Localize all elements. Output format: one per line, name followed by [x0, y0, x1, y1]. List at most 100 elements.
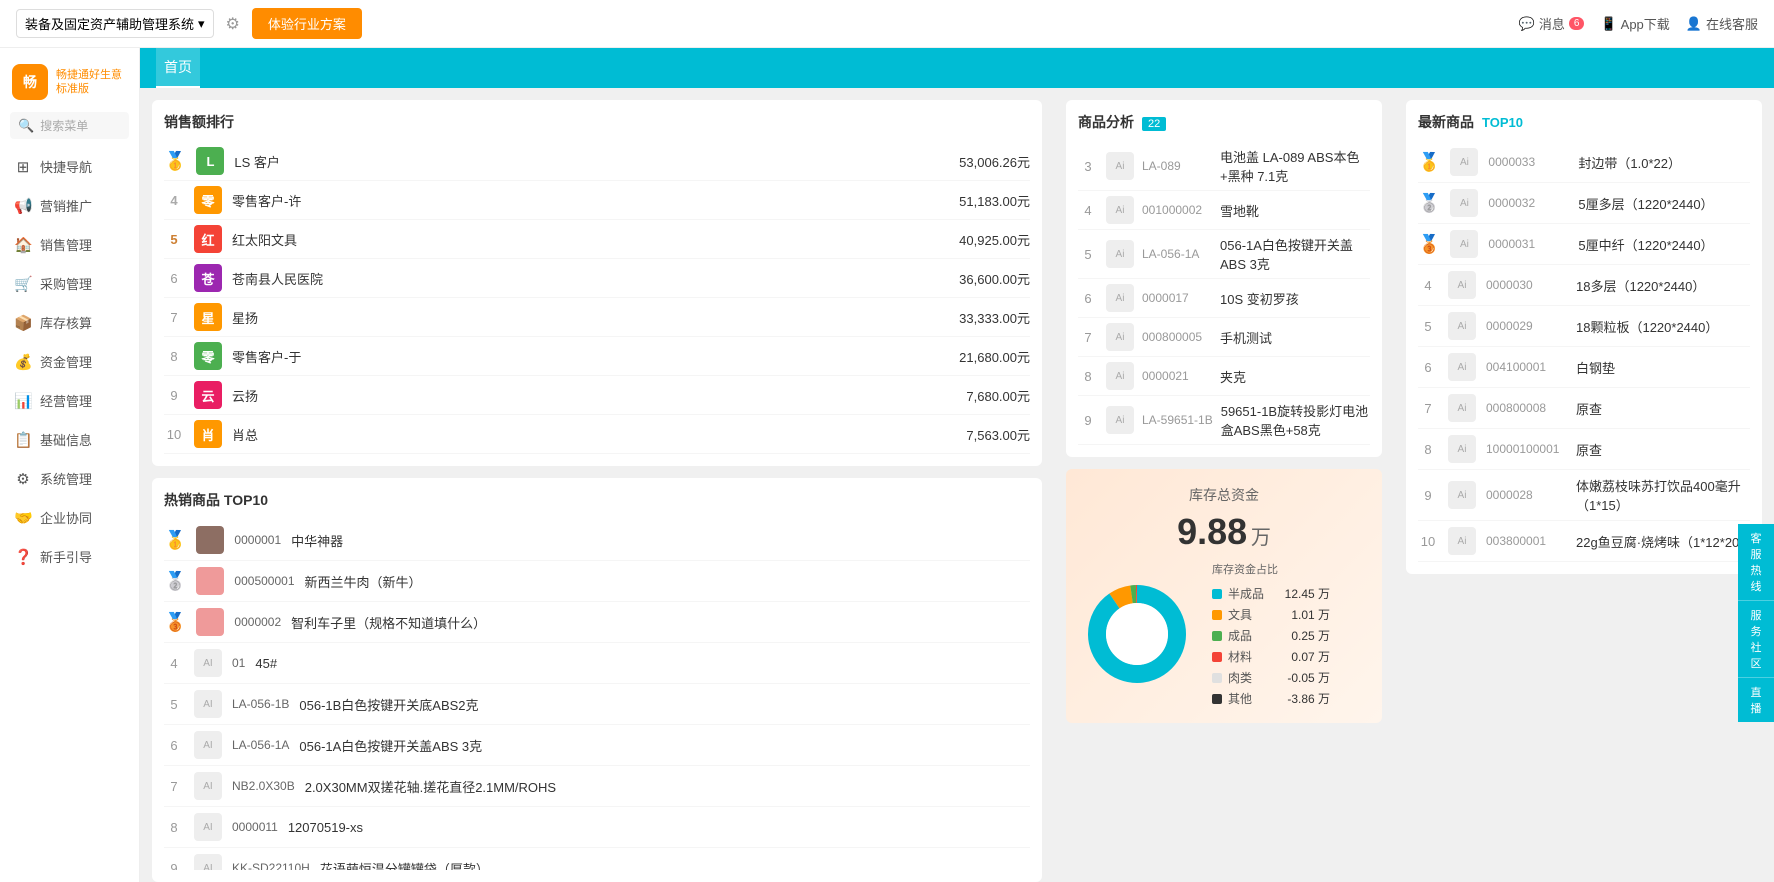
product-img — [196, 526, 224, 554]
new-product-img: Ai — [1450, 148, 1478, 176]
float-buttons: 客服热线 服务社区 直播 — [1738, 524, 1774, 722]
new-product-img: Ai — [1448, 435, 1476, 463]
inventory-amount: 9.88 — [1177, 511, 1247, 552]
layout: 畅 畅捷通好生意 标准版 🔍 搜索菜单 ⊞ 快捷导航 📢 营销推广 🏠 销售管理… — [0, 48, 1774, 882]
legend-dot-4 — [1212, 652, 1222, 662]
popular-img: Ai — [1106, 406, 1134, 434]
dropdown-icon: ▾ — [198, 16, 205, 32]
rank-row: 4 零 零售客户-许 51,183.00元 — [164, 181, 1030, 220]
finance-icon: 💰 — [14, 353, 32, 371]
bronze-medal-icon: 🥉 — [1418, 234, 1440, 255]
sidebar-item-basics[interactable]: 📋 基础信息 — [0, 420, 139, 459]
topbar-right: 💬 消息 6 📱 App下载 👤 在线客服 — [1519, 14, 1758, 33]
rank-avatar: 云 — [194, 381, 222, 409]
popular-row: 4 Ai 001000002 雪地靴 — [1078, 191, 1370, 230]
new-products-subtitle: TOP10 — [1482, 115, 1523, 130]
rank-amount: 53,006.26元 — [959, 152, 1030, 171]
donut-svg — [1082, 579, 1192, 689]
sales-rank-title: 销售额排行 — [164, 112, 234, 132]
new-product-row: 7 Ai 000800008 原查 — [1418, 388, 1750, 429]
topbar-app[interactable]: 📱 App下载 — [1600, 14, 1669, 33]
topbar-select[interactable]: 装备及固定资产辅助管理系统 ▾ — [16, 9, 214, 38]
hot-products-list: 🥇 0000001 中华神器 🥈 000500001 新西兰牛肉（新牛） — [164, 520, 1030, 870]
new-product-row: 4 Ai 0000030 18多层（1220*2440） — [1418, 265, 1750, 306]
new-product-row: 5 Ai 0000029 18颗粒板（1220*2440） — [1418, 306, 1750, 347]
sidebar-item-coop[interactable]: 🤝 企业协同 — [0, 498, 139, 537]
rank-amount: 33,333.00元 — [959, 308, 1030, 327]
trial-btn[interactable]: 体验行业方案 — [252, 8, 362, 39]
newbie-icon: ❓ — [14, 548, 32, 566]
product-row: 7 AI NB2.0X30B 2.0X30MM双搓花轴.搓花直径2.1MM/RO… — [164, 766, 1030, 807]
float-btn-community[interactable]: 服务社区 — [1738, 601, 1774, 678]
rank-row: 6 苍 苍南县人民医院 36,600.00元 — [164, 259, 1030, 298]
sidebar-item-quick-nav[interactable]: ⊞ 快捷导航 — [0, 147, 139, 186]
product-row: 9 AI KK-SD22110H 花语萌恒温分罐罐袋（厚款） — [164, 848, 1030, 870]
product-img — [196, 567, 224, 595]
popular-row: 7 Ai 000800005 手机测试 — [1078, 318, 1370, 357]
nav-home[interactable]: 首页 — [156, 48, 200, 88]
mid-panel: 商品分析 22 3 Ai LA-089 电池盖 LA-089 ABS本色+黑种 … — [1054, 88, 1394, 882]
sidebar-item-marketing[interactable]: 📢 营销推广 — [0, 186, 139, 225]
popular-list: 3 Ai LA-089 电池盖 LA-089 ABS本色+黑种 7.1克 4 A… — [1078, 142, 1370, 445]
sidebar-item-system[interactable]: ⚙ 系统管理 — [0, 459, 139, 498]
silver-medal-icon: 🥈 — [164, 571, 186, 592]
rank-name: 苍南县人民医院 — [232, 269, 949, 288]
sidebar-item-newbie[interactable]: ❓ 新手引导 — [0, 537, 139, 576]
new-product-img: Ai — [1448, 271, 1476, 299]
product-row: 4 AI 01 45# — [164, 643, 1030, 684]
rank-name: 零售客户-于 — [232, 347, 949, 366]
topbar-msg[interactable]: 💬 消息 6 — [1519, 14, 1585, 33]
hot-products-title: 热销商品 TOP10 — [164, 490, 268, 510]
legend-item: 材料 0.07 万 — [1212, 648, 1330, 665]
product-img: AI — [194, 772, 222, 800]
product-row: 🥇 0000001 中华神器 — [164, 520, 1030, 561]
inventory-chart: 库存资金占比 半成品 12.45 万 文具 1.01 万 — [1082, 561, 1366, 707]
sidebar-item-inventory[interactable]: 📦 库存核算 — [0, 303, 139, 342]
topbar-service[interactable]: 👤 在线客服 — [1686, 14, 1758, 33]
popular-img: Ai — [1106, 284, 1134, 312]
popular-img: Ai — [1106, 240, 1134, 268]
product-row: 5 AI LA-056-1B 056-1B白色按键开关底ABS2克 — [164, 684, 1030, 725]
rank-name: LS 客户 — [234, 152, 949, 171]
gold-medal-icon: 🥇 — [1418, 152, 1440, 173]
message-icon: 💬 — [1519, 16, 1535, 32]
legend-item: 其他 -3.86 万 — [1212, 690, 1330, 707]
legend-item: 肉类 -0.05 万 — [1212, 669, 1330, 686]
gear-icon[interactable]: ⚙ — [226, 14, 240, 34]
rank-row: 10 肖 肖总 7,563.00元 — [164, 415, 1030, 454]
sidebar-item-finance[interactable]: 💰 资金管理 — [0, 342, 139, 381]
new-product-row: 🥈 Ai 0000032 5厘多层（1220*2440） — [1418, 183, 1750, 224]
new-product-img: Ai — [1448, 312, 1476, 340]
new-product-row: 🥉 Ai 0000031 5厘中纤（1220*2440） — [1418, 224, 1750, 265]
product-img: AI — [194, 690, 222, 718]
legend-dot-6 — [1212, 694, 1222, 704]
msg-badge: 6 — [1569, 17, 1585, 30]
new-product-row: 🥇 Ai 0000033 封边带（1.0*22） — [1418, 142, 1750, 183]
sidebar-item-operations[interactable]: 📊 经营管理 — [0, 381, 139, 420]
sidebar-item-sales[interactable]: 🏠 销售管理 — [0, 225, 139, 264]
new-products-list: 🥇 Ai 0000033 封边带（1.0*22） 🥈 Ai 0000032 5厘… — [1418, 142, 1750, 562]
rank-avatar: 苍 — [194, 264, 222, 292]
rank-row: 9 云 云扬 7,680.00元 — [164, 376, 1030, 415]
new-products-title: 最新商品 — [1418, 112, 1474, 132]
sidebar-logo: 畅 畅捷通好生意 标准版 — [0, 56, 139, 112]
rank-row: 7 星 星扬 33,333.00元 — [164, 298, 1030, 337]
legend-dot-5 — [1212, 673, 1222, 683]
topbar-system-name: 装备及固定资产辅助管理系统 — [25, 14, 194, 33]
float-btn-live[interactable]: 直播 — [1738, 678, 1774, 722]
legend-item: 成品 0.25 万 — [1212, 627, 1330, 644]
product-row: 🥉 0000002 智利车子里（规格不知道填什么） — [164, 602, 1030, 643]
legend-dot-3 — [1212, 631, 1222, 641]
new-product-img: Ai — [1448, 527, 1476, 555]
rank-name: 星扬 — [232, 308, 949, 327]
app-label: App下载 — [1621, 14, 1670, 33]
coop-icon: 🤝 — [14, 509, 32, 527]
new-products-card: 最新商品 TOP10 🥇 Ai 0000033 封边带（1.0*22） 🥈 Ai — [1406, 100, 1762, 574]
sidebar-item-purchase[interactable]: 🛒 采购管理 — [0, 264, 139, 303]
float-btn-service[interactable]: 客服热线 — [1738, 524, 1774, 601]
hot-products-card: 热销商品 TOP10 🥇 0000001 中华神器 🥈 000500001 — [152, 478, 1042, 882]
gold-medal-icon: 🥇 — [164, 530, 186, 551]
search-menu[interactable]: 🔍 搜索菜单 — [10, 112, 129, 139]
popular-products-card: 商品分析 22 3 Ai LA-089 电池盖 LA-089 ABS本色+黑种 … — [1066, 100, 1382, 457]
product-img: AI — [194, 649, 222, 677]
